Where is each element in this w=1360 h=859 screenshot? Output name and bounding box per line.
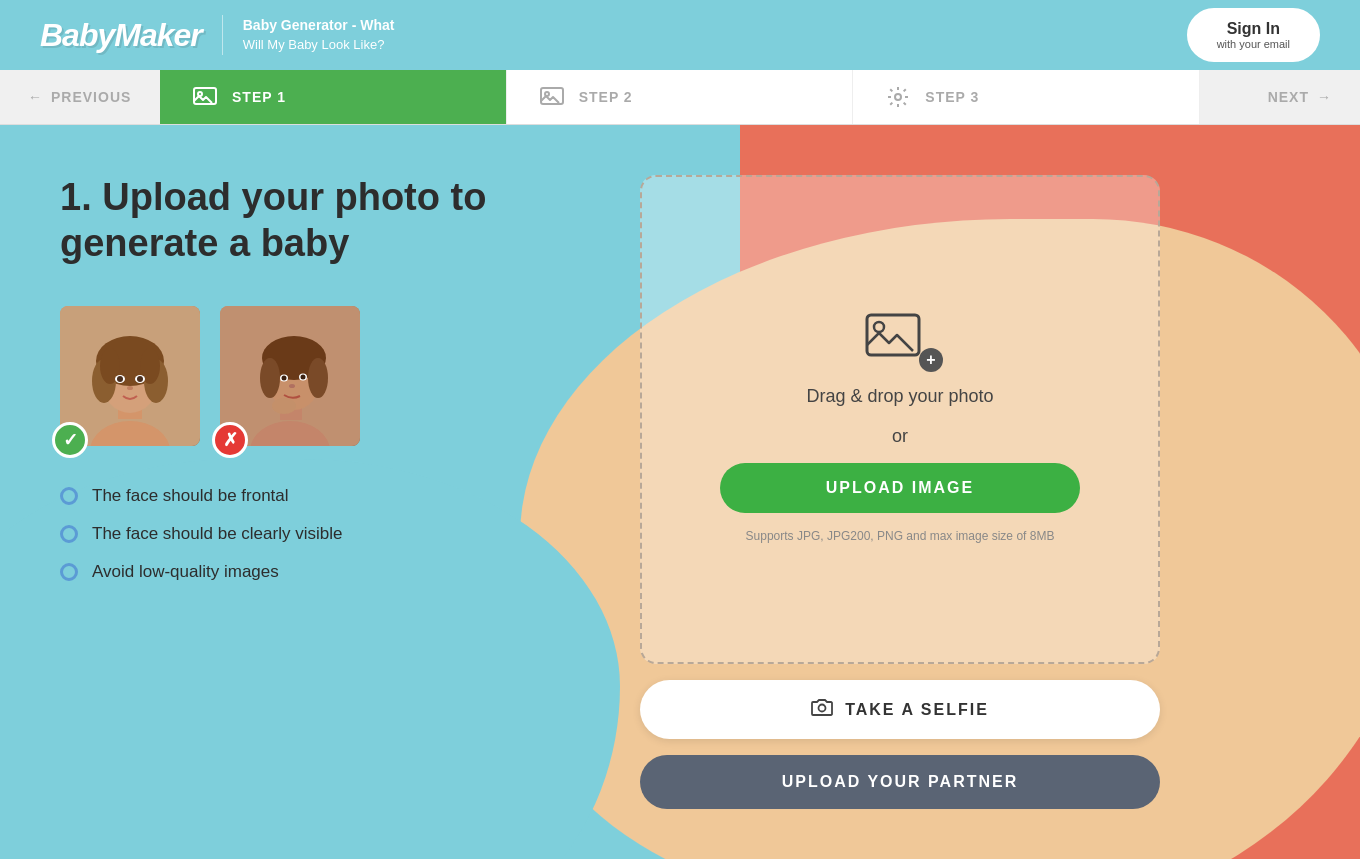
svg-point-30	[289, 384, 295, 388]
guideline-item-2: The face should be clearly visible	[60, 524, 580, 544]
svg-point-4	[895, 94, 901, 100]
camera-icon	[811, 698, 833, 721]
bullet-icon-3	[60, 563, 78, 581]
sign-in-button[interactable]: Sign In with your email	[1187, 8, 1320, 62]
chevron-left-icon: ←	[28, 89, 43, 105]
previous-button[interactable]: ← PREVIOUS	[0, 70, 160, 124]
svg-point-17	[137, 376, 143, 382]
step-1-label: STEP 1	[232, 89, 286, 105]
guidelines-list: The face should be frontal The face shou…	[60, 486, 580, 582]
or-text: or	[892, 426, 908, 447]
guideline-item-3: Avoid low-quality images	[60, 562, 580, 582]
svg-point-24	[260, 358, 280, 398]
upload-image-button[interactable]: UPLOAD IMAGE	[720, 463, 1080, 513]
header-divider	[222, 15, 223, 55]
svg-point-31	[272, 398, 296, 414]
plus-icon: +	[919, 348, 943, 372]
svg-rect-0	[194, 88, 216, 104]
take-selfie-button[interactable]: TAKE A SELFIE	[640, 680, 1160, 739]
right-panel: + Drag & drop your photo or UPLOAD IMAGE…	[640, 175, 1160, 809]
header-right: Sign In with your email	[1187, 8, 1320, 62]
guideline-item-1: The face should be frontal	[60, 486, 580, 506]
svg-point-29	[301, 375, 306, 380]
svg-point-18	[127, 386, 133, 390]
upload-partner-button[interactable]: UPLOAD YOUR PARTNER	[640, 755, 1160, 809]
bullet-icon-2	[60, 525, 78, 543]
drag-drop-text: Drag & drop your photo	[806, 383, 993, 410]
svg-rect-2	[541, 88, 563, 104]
header-subtitle: Baby Generator - What Will My Baby Look …	[243, 16, 395, 54]
step-2-tab[interactable]: STEP 2	[507, 70, 854, 124]
file-support-text: Supports JPG, JPG200, PNG and max image …	[746, 529, 1055, 543]
bad-badge: ✗	[212, 422, 248, 458]
gear-icon	[883, 82, 913, 112]
svg-point-25	[308, 358, 328, 398]
bullet-icon-1	[60, 487, 78, 505]
svg-point-34	[819, 705, 826, 712]
photo-examples: ✓	[60, 306, 580, 446]
good-photo-example: ✓	[60, 306, 200, 446]
step-3-label: STEP 3	[925, 89, 979, 105]
good-badge: ✓	[52, 422, 88, 458]
header: BabyMaker Baby Generator - What Will My …	[0, 0, 1360, 70]
logo: BabyMaker	[40, 17, 202, 54]
chevron-right-icon: →	[1317, 89, 1332, 105]
svg-point-28	[282, 376, 287, 381]
step-1-tab[interactable]: STEP 1	[160, 70, 507, 124]
svg-point-33	[874, 322, 884, 332]
next-button[interactable]: NEXT →	[1200, 70, 1360, 124]
step-3-tab[interactable]: STEP 3	[853, 70, 1200, 124]
left-panel: 1. Upload your photo to generate a baby	[60, 175, 580, 809]
bad-photo-example: ✗	[220, 306, 360, 446]
page-title: 1. Upload your photo to generate a baby	[60, 175, 580, 266]
step-bar: ← PREVIOUS STEP 1 STEP 2	[0, 70, 1360, 125]
step-2-label: STEP 2	[579, 89, 633, 105]
upload-dropzone[interactable]: + Drag & drop your photo or UPLOAD IMAGE…	[640, 175, 1160, 664]
main-content: 1. Upload your photo to generate a baby	[0, 125, 1360, 859]
image-icon	[190, 82, 220, 112]
svg-point-16	[117, 376, 123, 382]
photo-icon	[537, 82, 567, 112]
upload-icon-wrapper: +	[865, 307, 935, 367]
